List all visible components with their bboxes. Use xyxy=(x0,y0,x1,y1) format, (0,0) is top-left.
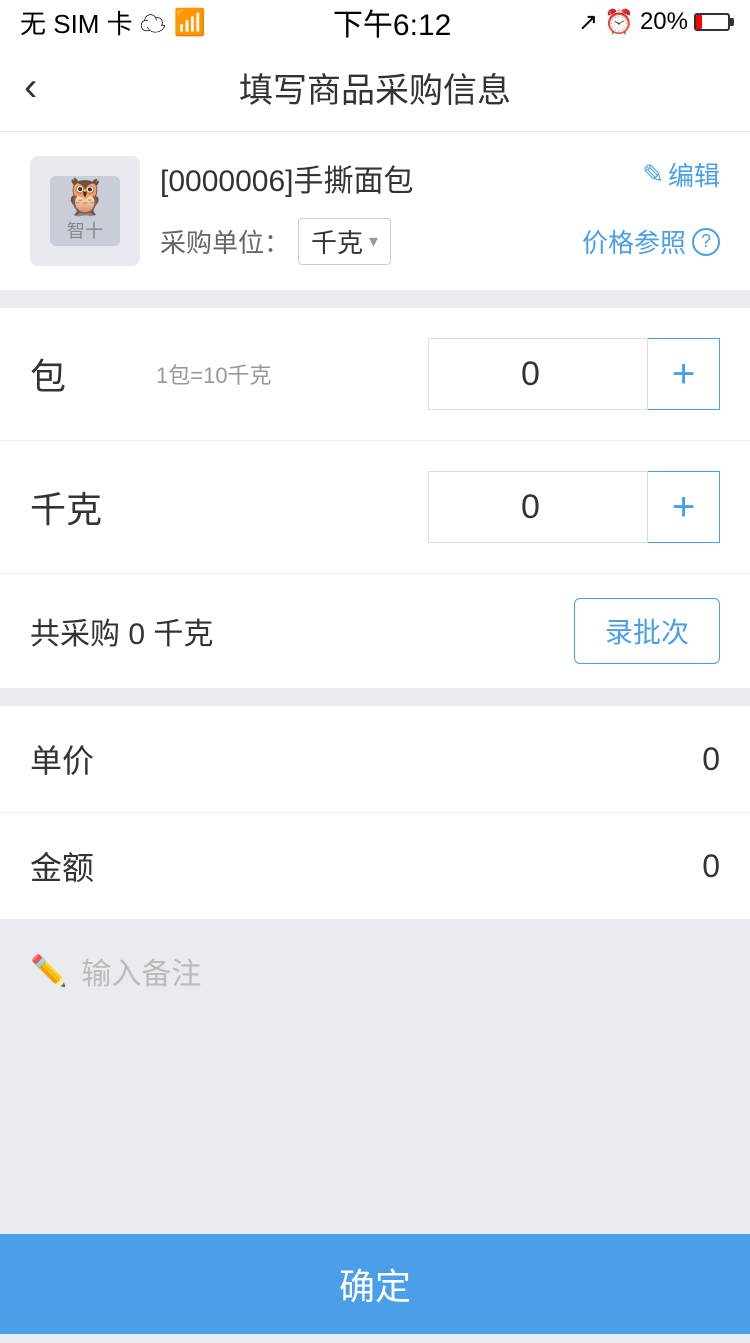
unit-price-label: 单价 xyxy=(30,736,94,782)
location-icon: ↗ xyxy=(578,8,598,37)
confirm-label: 确定 xyxy=(339,1258,411,1310)
product-logo: 🦉 智十 xyxy=(50,176,120,246)
kg-plus-button[interactable]: + xyxy=(648,471,720,543)
unit-price-row: 单价 0 xyxy=(0,706,750,813)
total-row: 共采购 0 千克 录批次 xyxy=(0,574,750,688)
unit-price-value: 0 xyxy=(702,741,720,778)
bag-input-group: + xyxy=(428,338,720,410)
edit-icon: ✎ xyxy=(642,159,664,190)
logo-text: 智十 xyxy=(67,217,103,243)
product-unit-row: 采购单位： 千克 ▾ 价格参照 ? xyxy=(160,218,720,265)
product-info: [0000006]手撕面包 ✎ 编辑 采购单位： 千克 ▾ 价格参照 ? xyxy=(160,156,720,265)
chevron-down-icon: ▾ xyxy=(369,231,378,252)
product-image: 🦉 智十 xyxy=(30,156,140,266)
back-button[interactable]: ‹ xyxy=(24,65,37,110)
status-left: 无 SIM 卡 ☁ 📶 xyxy=(20,4,206,41)
status-bar: 无 SIM 卡 ☁ 📶 下午6:12 ↗ ⏰ 20% xyxy=(0,0,750,44)
amount-label: 金额 xyxy=(30,843,94,889)
wifi-icon: 📶 xyxy=(174,7,206,38)
amount-value: 0 xyxy=(702,848,720,885)
batch-button[interactable]: 录批次 xyxy=(574,598,720,664)
bag-sublabel: 1包=10千克 xyxy=(156,358,272,390)
pencil-icon: ✏️ xyxy=(30,954,67,989)
price-ref-label: 价格参照 xyxy=(582,223,686,260)
nav-bar: ‹ 填写商品采购信息 xyxy=(0,44,750,132)
price-ref-button[interactable]: 价格参照 ? xyxy=(582,223,720,260)
section-divider-2 xyxy=(0,688,750,706)
price-section: 单价 0 金额 0 xyxy=(0,706,750,919)
section-divider-1 xyxy=(0,290,750,308)
sim-label: 无 SIM 卡 ☁ xyxy=(20,4,166,41)
unit-label: 采购单位： xyxy=(160,223,290,260)
bag-label: 包 xyxy=(30,348,150,400)
battery-percent: 20% xyxy=(640,8,688,36)
kg-quantity-row: 千克 + xyxy=(0,441,750,574)
product-header: [0000006]手撕面包 ✎ 编辑 xyxy=(160,156,720,200)
unit-select[interactable]: 千克 ▾ xyxy=(298,218,391,265)
status-right: ↗ ⏰ 20% xyxy=(578,8,730,37)
edit-button[interactable]: ✎ 编辑 xyxy=(642,156,720,193)
battery-icon xyxy=(694,13,730,31)
amount-row: 金额 0 xyxy=(0,813,750,919)
quantity-section: 包 1包=10千克 + 千克 + xyxy=(0,308,750,574)
confirm-button[interactable]: 确定 xyxy=(0,1234,750,1334)
product-name: [0000006]手撕面包 xyxy=(160,156,413,200)
owl-icon: 🦉 xyxy=(63,179,108,215)
bag-plus-button[interactable]: + xyxy=(648,338,720,410)
product-card: 🦉 智十 [0000006]手撕面包 ✎ 编辑 采购单位： 千克 ▾ 价格参照 … xyxy=(0,132,750,290)
info-icon: ? xyxy=(692,228,720,256)
page-title: 填写商品采购信息 xyxy=(239,63,511,112)
bag-quantity-row: 包 1包=10千克 + xyxy=(0,308,750,441)
total-text: 共采购 0 千克 xyxy=(30,609,213,653)
plus-icon-2: + xyxy=(672,485,695,530)
unit-select-text: 千克 xyxy=(311,223,363,260)
alarm-icon: ⏰ xyxy=(604,8,634,37)
kg-input-group: + xyxy=(428,471,720,543)
edit-label: 编辑 xyxy=(668,156,720,193)
bag-quantity-input[interactable] xyxy=(428,338,648,410)
remark-placeholder: 输入备注 xyxy=(81,949,201,993)
remark-section[interactable]: ✏️ 输入备注 xyxy=(0,919,750,1023)
kg-quantity-input[interactable] xyxy=(428,471,648,543)
plus-icon: + xyxy=(672,352,695,397)
status-time: 下午6:12 xyxy=(333,0,451,44)
kg-label: 千克 xyxy=(30,481,150,533)
